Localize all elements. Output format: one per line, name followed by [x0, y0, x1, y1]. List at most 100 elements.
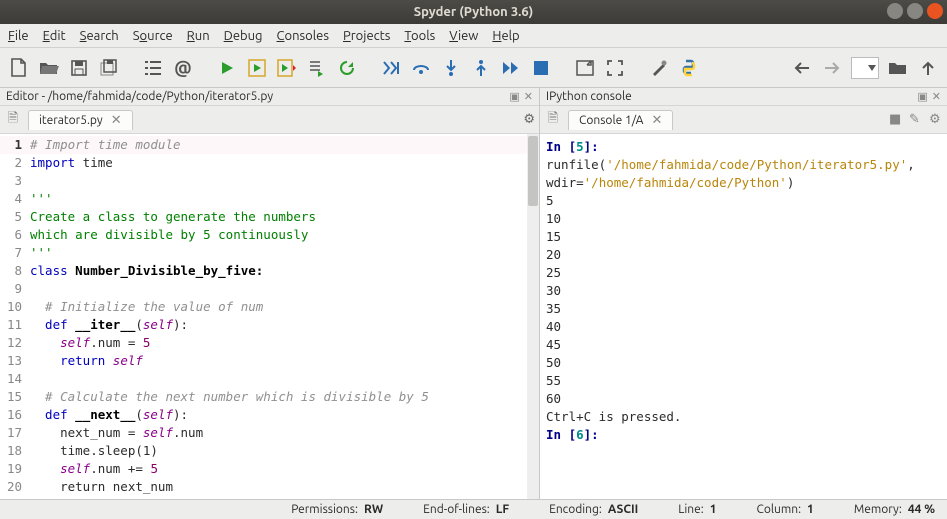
status-permissions: Permissions:RW	[291, 503, 383, 516]
console-tab[interactable]: Console 1/A ✕	[568, 110, 673, 130]
status-memory: Memory:44 %	[854, 503, 935, 516]
menu-edit[interactable]: Edit	[43, 29, 66, 43]
back-icon[interactable]	[791, 57, 813, 79]
editor-pane-title: Editor - /home/fahmida/code/Python/itera…	[0, 88, 539, 106]
line-number: 10	[0, 298, 30, 316]
console-output: 20	[546, 246, 941, 264]
console-output: 35	[546, 300, 941, 318]
status-line: Line:1	[678, 503, 716, 516]
step-into-icon[interactable]	[440, 57, 462, 79]
line-number: 11	[0, 316, 30, 334]
stop-console-icon[interactable]: ■	[889, 112, 903, 127]
console-tabbar: 🗎 Console 1/A ✕ ■ ✎ ⚙	[540, 106, 947, 134]
menu-tools[interactable]: Tools	[404, 29, 435, 43]
line-number: 2	[0, 154, 30, 172]
close-button[interactable]	[927, 3, 943, 19]
line-number: 17	[0, 424, 30, 442]
save-all-icon[interactable]	[98, 57, 120, 79]
editor-tab[interactable]: iterator5.py ✕	[28, 110, 133, 130]
line-number: 21	[0, 496, 30, 499]
run-selection-icon[interactable]	[306, 57, 328, 79]
code-editor[interactable]: 1# Import time module 2import time 3 4''…	[0, 134, 539, 499]
clear-console-icon[interactable]: ✎	[909, 112, 923, 127]
menu-run[interactable]: Run	[187, 29, 210, 43]
new-file-icon[interactable]	[8, 57, 30, 79]
undock-icon[interactable]: ▣	[509, 90, 519, 103]
continue-icon[interactable]	[500, 57, 522, 79]
console-title: IPython console	[546, 90, 632, 103]
console-output: 40	[546, 318, 941, 336]
fullscreen-icon[interactable]	[604, 57, 626, 79]
python-path-icon[interactable]	[678, 57, 700, 79]
menubar: File Edit Search Source Run Debug Consol…	[0, 24, 947, 48]
statusbar: Permissions:RW End-of-lines:LF Encoding:…	[0, 499, 947, 519]
editor-tab-label: iterator5.py	[39, 114, 103, 127]
close-pane-icon[interactable]: ✕	[932, 90, 941, 103]
editor-options-icon[interactable]: ⚙	[523, 112, 535, 127]
menu-consoles[interactable]: Consoles	[277, 29, 329, 43]
menu-debug[interactable]: Debug	[224, 29, 263, 43]
console-output: Ctrl+C is pressed.	[546, 408, 941, 426]
titlebar: Spyder (Python 3.6)	[0, 0, 947, 24]
line-number: 3	[0, 172, 30, 190]
preferences-icon[interactable]	[648, 57, 670, 79]
browse-cwd-icon[interactable]	[887, 57, 909, 79]
cwd-dropdown[interactable]	[851, 57, 879, 79]
run-cell-advance-icon[interactable]	[276, 57, 298, 79]
console-pane: IPython console ▣ ✕ 🗎 Console 1/A ✕ ■ ✎ ⚙…	[540, 88, 947, 499]
minimize-button[interactable]	[887, 3, 903, 19]
console-pane-title: IPython console ▣ ✕	[540, 88, 947, 106]
console-output: 25	[546, 264, 941, 282]
line-number: 18	[0, 442, 30, 460]
menu-help[interactable]: Help	[492, 29, 519, 43]
maximize-pane-icon[interactable]	[574, 57, 596, 79]
line-number: 6	[0, 226, 30, 244]
menu-file[interactable]: File	[8, 29, 29, 43]
line-number: 5	[0, 208, 30, 226]
line-number: 16	[0, 406, 30, 424]
console-output: 5	[546, 192, 941, 210]
menu-view[interactable]: View	[449, 29, 478, 43]
line-number: 14	[0, 370, 30, 388]
status-eol: End-of-lines:LF	[423, 503, 509, 516]
console-output: 60	[546, 390, 941, 408]
debug-icon[interactable]	[380, 57, 402, 79]
at-icon[interactable]: @	[172, 57, 194, 79]
close-pane-icon[interactable]: ✕	[524, 90, 533, 103]
line-number: 8	[0, 262, 30, 280]
file-list-icon[interactable]: 🗎	[4, 109, 22, 131]
close-tab-icon[interactable]: ✕	[111, 114, 122, 127]
rerun-icon[interactable]	[336, 57, 358, 79]
console-output: 55	[546, 372, 941, 390]
line-number: 1	[0, 136, 30, 154]
editor-tabbar: 🗎 iterator5.py ✕ ⚙	[0, 106, 539, 134]
console-tab-label: Console 1/A	[579, 114, 643, 127]
ipython-console[interactable]: In [5]: runfile('/home/fahmida/code/Pyth…	[540, 134, 947, 499]
status-column: Column:1	[757, 503, 814, 516]
undock-icon[interactable]: ▣	[917, 90, 927, 103]
step-over-icon[interactable]	[410, 57, 432, 79]
console-list-icon[interactable]: 🗎	[544, 109, 562, 131]
outline-icon[interactable]	[142, 57, 164, 79]
open-file-icon[interactable]	[38, 57, 60, 79]
step-out-icon[interactable]	[470, 57, 492, 79]
menu-projects[interactable]: Projects	[343, 29, 390, 43]
line-number: 20	[0, 478, 30, 496]
stop-icon[interactable]	[530, 57, 552, 79]
line-number: 7	[0, 244, 30, 262]
menu-source[interactable]: Source	[133, 29, 173, 43]
run-cell-icon[interactable]	[246, 57, 268, 79]
menu-search[interactable]: Search	[80, 29, 119, 43]
maximize-button[interactable]	[907, 3, 923, 19]
forward-icon[interactable]	[821, 57, 843, 79]
close-tab-icon[interactable]: ✕	[651, 114, 662, 127]
editor-scrollbar[interactable]	[527, 134, 539, 499]
console-options-icon[interactable]: ⚙	[929, 112, 943, 127]
save-icon[interactable]	[68, 57, 90, 79]
console-output: 30	[546, 282, 941, 300]
parent-dir-icon[interactable]	[917, 57, 939, 79]
line-number: 9	[0, 280, 30, 298]
run-icon[interactable]	[216, 57, 238, 79]
editor-path: Editor - /home/fahmida/code/Python/itera…	[6, 90, 273, 103]
window-controls	[887, 3, 943, 19]
